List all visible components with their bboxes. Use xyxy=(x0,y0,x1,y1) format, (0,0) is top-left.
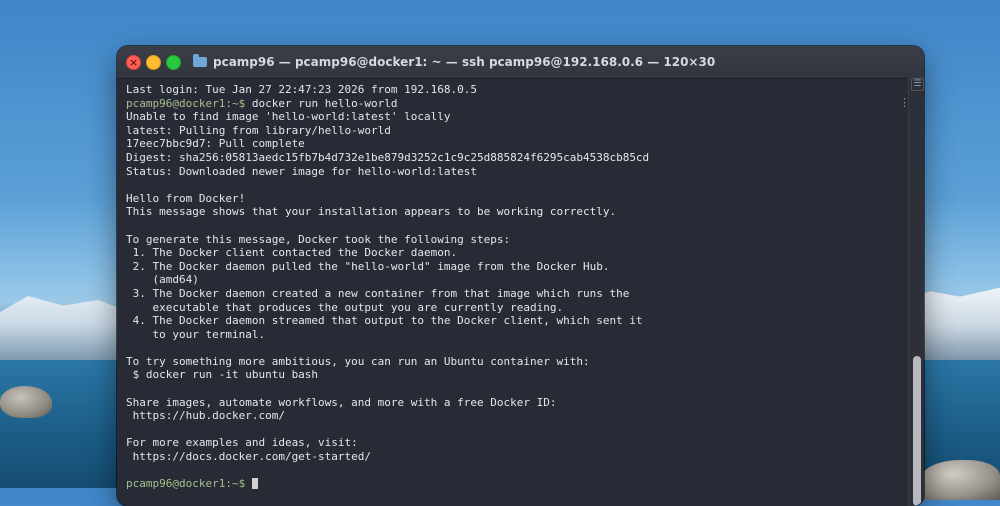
shell-prompt: pcamp96@docker1:~$ xyxy=(126,477,246,491)
terminal-line-text: Hello from Docker! xyxy=(126,191,246,205)
terminal-line-text: For more examples and ideas, visit: xyxy=(126,436,358,450)
terminal-line: Digest: sha256:05813aedc15fb7b4d732e1be8… xyxy=(126,151,896,165)
window-title: pcamp96 — pcamp96@docker1: ~ — ssh pcamp… xyxy=(193,46,715,78)
terminal-line: 17eec7bbc9d7: Pull complete xyxy=(126,137,896,151)
terminal-output[interactable]: Last login: Tue Jan 27 22:47:23 2026 fro… xyxy=(126,83,896,503)
terminal-line-text: $ docker run -it ubuntu bash xyxy=(126,368,319,382)
terminal-line-text: https://hub.docker.com/ xyxy=(126,409,285,423)
terminal-line-text: 17eec7bbc9d7: Pull complete xyxy=(126,137,305,151)
terminal-line: $ docker run -it ubuntu bash xyxy=(126,368,896,382)
terminal-line-text: Digest: sha256:05813aedc15fb7b4d732e1be8… xyxy=(126,150,650,164)
terminal-line: https://docs.docker.com/get-started/ xyxy=(126,450,896,464)
terminal-line-text: To try something more ambitious, you can… xyxy=(126,354,590,368)
terminal-line-text: Last login: Tue Jan 27 22:47:23 2026 fro… xyxy=(126,83,477,96)
minimize-button[interactable] xyxy=(146,55,161,70)
terminal-line-text: To generate this message, Docker took th… xyxy=(126,232,511,246)
terminal-line-text: 4. The Docker daemon streamed that outpu… xyxy=(126,314,643,328)
terminal-line-text: docker run hello-world xyxy=(245,96,398,110)
terminal-line-text: 2. The Docker daemon pulled the "hello-w… xyxy=(126,259,610,273)
scroll-marker-icon[interactable]: ☰ xyxy=(911,78,924,91)
scrollbar[interactable]: ☰ xyxy=(908,78,924,506)
terminal-line: To generate this message, Docker took th… xyxy=(126,233,896,247)
terminal-line: 4. The Docker daemon streamed that outpu… xyxy=(126,314,896,328)
terminal-line: This message shows that your installatio… xyxy=(126,205,896,219)
terminal-line: pcamp96@docker1:~$ xyxy=(126,477,896,491)
scroll-thumb[interactable] xyxy=(913,356,921,506)
terminal-line-text xyxy=(245,477,252,490)
terminal-line-text: Status: Downloaded newer image for hello… xyxy=(126,164,477,178)
terminal-window[interactable]: × pcamp96 — pcamp96@docker1: ~ — ssh pca… xyxy=(117,46,924,506)
terminal-line-text: executable that produces the output you … xyxy=(126,300,564,314)
terminal-line-text: 1. The Docker client contacted the Docke… xyxy=(126,246,458,260)
terminal-line: Last login: Tue Jan 27 22:47:23 2026 fro… xyxy=(126,83,896,97)
terminal-line-text: Unable to find image 'hello-world:latest… xyxy=(126,110,451,124)
terminal-line: 3. The Docker daemon created a new conta… xyxy=(126,287,896,301)
zoom-button[interactable] xyxy=(166,55,181,70)
terminal-line-text: latest: Pulling from library/hello-world xyxy=(126,123,391,137)
terminal-line: to your terminal. xyxy=(126,328,896,342)
terminal-line: latest: Pulling from library/hello-world xyxy=(126,124,896,138)
terminal-line: https://hub.docker.com/ xyxy=(126,409,896,423)
terminal-line: For more examples and ideas, visit: xyxy=(126,436,896,450)
terminal-line: To try something more ambitious, you can… xyxy=(126,355,896,369)
close-icon: × xyxy=(129,56,139,69)
terminal-line: 2. The Docker daemon pulled the "hello-w… xyxy=(126,260,896,274)
terminal-line: Hello from Docker! xyxy=(126,192,896,206)
terminal-line: Unable to find image 'hello-world:latest… xyxy=(126,110,896,124)
terminal-line: 1. The Docker client contacted the Docke… xyxy=(126,246,896,260)
terminal-line-text: This message shows that your installatio… xyxy=(126,205,617,219)
terminal-line: Status: Downloaded newer image for hello… xyxy=(126,165,896,179)
terminal-line-text: to your terminal. xyxy=(126,327,266,341)
desktop-rock-left xyxy=(0,386,52,418)
folder-icon xyxy=(193,54,207,67)
more-vertical-icon[interactable]: ⋮ xyxy=(899,97,910,109)
terminal-line: pcamp96@docker1:~$ docker run hello-worl… xyxy=(126,97,896,111)
window-title-text: pcamp96 — pcamp96@docker1: ~ — ssh pcamp… xyxy=(213,55,716,69)
terminal-line-text: Share images, automate workflows, and mo… xyxy=(126,395,557,409)
terminal-line-text: (amd64) xyxy=(126,273,199,287)
terminal-line: executable that produces the output you … xyxy=(126,301,896,315)
terminal-line-text: https://docs.docker.com/get-started/ xyxy=(126,450,372,464)
desktop-rock-right xyxy=(920,460,1000,500)
title-bar[interactable]: × pcamp96 — pcamp96@docker1: ~ — ssh pca… xyxy=(117,46,924,79)
close-button[interactable]: × xyxy=(126,55,141,70)
terminal-line: (amd64) xyxy=(126,273,896,287)
terminal-line: Share images, automate workflows, and mo… xyxy=(126,396,896,410)
terminal-line-text: 3. The Docker daemon created a new conta… xyxy=(126,286,630,300)
shell-prompt: pcamp96@docker1:~$ xyxy=(126,96,246,110)
